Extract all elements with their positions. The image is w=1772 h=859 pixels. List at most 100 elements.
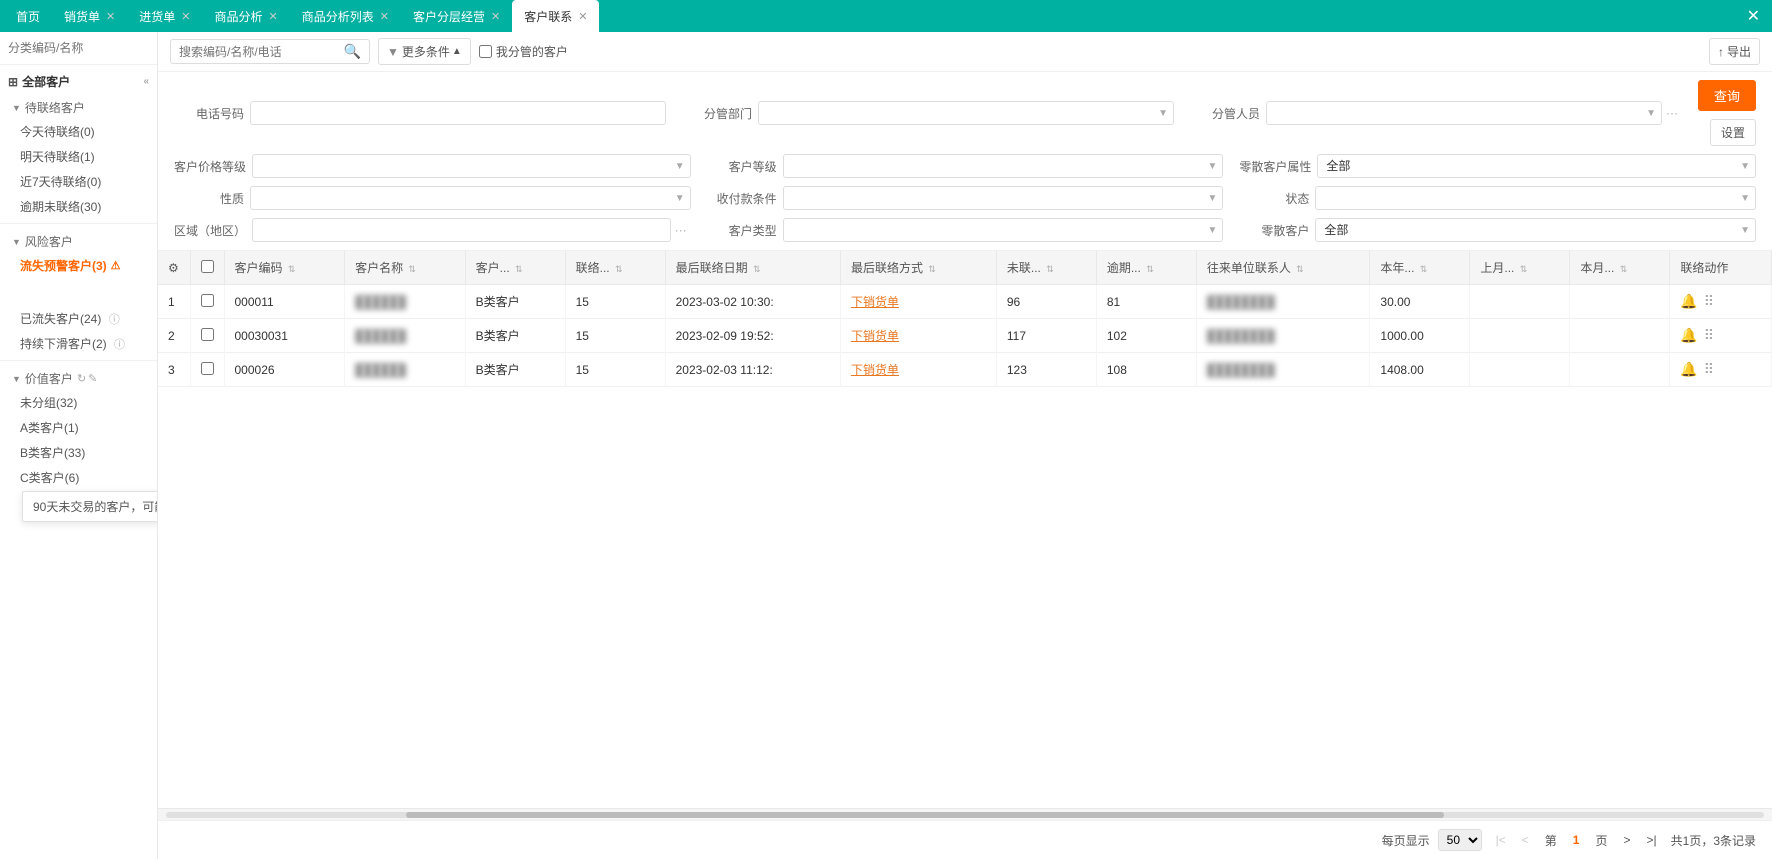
filter-phone: 电话号码 [174, 101, 666, 125]
last-page-btn[interactable]: >| [1641, 831, 1663, 849]
tab-home[interactable]: 首页 [4, 0, 52, 32]
sort-icon: ⇅ [928, 264, 936, 274]
page-size-select[interactable]: 50 [1438, 829, 1482, 851]
row-uncontacted: 123 [996, 353, 1096, 387]
close-icon[interactable]: ✕ [491, 10, 500, 23]
close-icon[interactable]: ✕ [269, 10, 278, 23]
filter-payment: 收付款条件 ▼ [707, 186, 1224, 210]
next-page-btn[interactable]: > [1618, 831, 1637, 849]
contact-icon[interactable]: 🔔 [1680, 361, 1697, 378]
search-icon: 🔍 [344, 43, 361, 60]
sidebar-item-churn-warning[interactable]: 流失预警客户(3) ⚠ [0, 253, 157, 278]
chevron-down-icon: ▲ [452, 46, 462, 57]
region-input[interactable] [252, 218, 671, 242]
more-conditions-btn[interactable]: ▼ 更多条件 ▲ [378, 38, 471, 65]
col-uncontacted: 未联... ⇅ [996, 251, 1096, 285]
row-this-year: 1408.00 [1370, 353, 1470, 387]
row-checkbox[interactable] [190, 285, 224, 319]
horizontal-scrollbar[interactable] [158, 808, 1772, 820]
row-code: 000026 [224, 353, 345, 387]
payment-select[interactable] [783, 186, 1224, 210]
close-icon[interactable]: ✕ [106, 10, 115, 23]
phone-input[interactable] [250, 101, 666, 125]
contact-icon[interactable]: 🔔 [1680, 293, 1697, 310]
row-checkbox[interactable] [190, 353, 224, 387]
select-all-checkbox[interactable] [201, 260, 214, 273]
sort-icon: ⇅ [1046, 264, 1054, 274]
retail-attr-select[interactable]: 全部 [1317, 154, 1756, 178]
query-btn[interactable]: 查询 [1698, 80, 1756, 111]
sidebar-root[interactable]: ⊞ 全部客户 « [0, 65, 157, 94]
sidebar-search-input[interactable] [8, 41, 158, 55]
prev-page-btn[interactable]: < [1516, 831, 1535, 849]
settings-btn[interactable]: 设置 [1710, 119, 1756, 146]
row-last-method[interactable]: 下销货单 [840, 319, 996, 353]
sidebar-item-declining[interactable]: 持续下滑客户(2) ⓘ [0, 331, 157, 356]
dept-select[interactable] [758, 101, 1174, 125]
tab-purchase[interactable]: 进货单 ✕ [127, 0, 202, 32]
retail-customer-select[interactable]: 全部 [1315, 218, 1756, 242]
table-row: 3 000026 ██████ B类客户 15 2023-02-03 11:12… [158, 353, 1772, 387]
advanced-filter: 电话号码 分管部门 ▼ 分管人员 ▼ ··· [158, 72, 1772, 251]
tab-goods-analysis[interactable]: 商品分析 ✕ [202, 0, 289, 32]
sidebar-item-7days-pending[interactable]: 近7天待联络(0) [0, 169, 157, 194]
sidebar-item-tomorrow-pending[interactable]: 明天待联络(1) [0, 144, 157, 169]
filter-row-2: 客户价格等级 ▼ 客户等级 ▼ 零散客户属性 [174, 154, 1756, 178]
close-icon[interactable]: ✕ [380, 10, 389, 23]
more-actions-icon[interactable]: ⠿ [1704, 361, 1714, 378]
first-page-btn[interactable]: |< [1490, 831, 1512, 849]
row-unit-contact: ████████ [1196, 353, 1370, 387]
export-btn[interactable]: ↑ 导出 [1709, 38, 1760, 65]
filter-search-input[interactable] [179, 45, 340, 59]
status-select-wrap: ▼ [1315, 186, 1756, 210]
price-grade-select[interactable] [252, 154, 691, 178]
row-last-method[interactable]: 下销货单 [840, 285, 996, 319]
sidebar-item-churned[interactable]: 已流失客户(24) ⓘ [0, 306, 157, 331]
row-last-month [1470, 285, 1570, 319]
status-select[interactable] [1315, 186, 1756, 210]
edit-icon[interactable]: ✎ [88, 372, 97, 385]
my-customers-checkbox[interactable]: 我分管的客户 [479, 43, 568, 60]
contact-icon[interactable]: 🔔 [1680, 327, 1697, 344]
tab-goods-analysis-list[interactable]: 商品分析列表 ✕ [290, 0, 401, 32]
tab-sales[interactable]: 销货单 ✕ [52, 0, 127, 32]
sidebar-group-value[interactable]: ▼ 价值客户 ↻ ✎ [0, 365, 157, 390]
customer-grade-select[interactable] [783, 154, 1224, 178]
sidebar-group-risk[interactable]: ▼ 风险客户 [0, 228, 157, 253]
close-icon[interactable]: ✕ [181, 10, 190, 23]
tab-customer-layer[interactable]: 客户分层经营 ✕ [401, 0, 512, 32]
refresh-icon[interactable]: ↻ [77, 372, 86, 385]
sidebar-item-class-b[interactable]: B类客户(33) [0, 440, 157, 465]
row-contact-count: 15 [565, 353, 665, 387]
retail-customer-select-wrap: 全部 ▼ [1315, 218, 1756, 242]
sidebar-item-overdue-pending[interactable]: 逾期未联络(30) [0, 194, 157, 219]
more-icon[interactable]: ··· [1662, 106, 1682, 120]
more-actions-icon[interactable]: ⠿ [1704, 327, 1714, 344]
col-settings[interactable]: ⚙ [158, 251, 190, 285]
more-icon[interactable]: ··· [671, 223, 691, 237]
scroll-thumb[interactable] [406, 812, 1445, 818]
row-name: ██████ [345, 353, 466, 387]
sidebar-item-today-pending[interactable]: 今天待联络(0) [0, 119, 157, 144]
sidebar-item-class-c[interactable]: C类客户(6) [0, 465, 157, 490]
row-checkbox[interactable] [190, 319, 224, 353]
tab-customer-contact[interactable]: 客户联系 ✕ [512, 0, 599, 32]
nature-select[interactable] [250, 186, 691, 210]
sidebar-item-class-a[interactable]: A类客户(1) [0, 415, 157, 440]
close-icon[interactable]: ✕ [578, 10, 587, 23]
sidebar-group-pending[interactable]: ▼ 待联络客户 [0, 94, 157, 119]
col-this-year: 本年... ⇅ [1370, 251, 1470, 285]
sidebar-item-ungrouped[interactable]: 未分组(32) [0, 390, 157, 415]
row-this-year: 30.00 [1370, 285, 1470, 319]
row-last-method[interactable]: 下销货单 [840, 353, 996, 387]
close-window-icon[interactable]: ✕ [1739, 6, 1768, 26]
retail-attr-select-wrap: 全部 ▼ [1317, 154, 1756, 178]
more-actions-icon[interactable]: ⠿ [1704, 293, 1714, 310]
row-contact-count: 15 [565, 285, 665, 319]
row-this-month [1570, 353, 1670, 387]
person-select[interactable] [1266, 101, 1662, 125]
customer-type-select[interactable] [783, 218, 1224, 242]
filter-row-4: 区域（地区） ··· 客户类型 ▼ 零散客户 全部 [174, 218, 1756, 242]
row-type: B类客户 [465, 285, 565, 319]
col-name: 客户名称 ⇅ [345, 251, 466, 285]
